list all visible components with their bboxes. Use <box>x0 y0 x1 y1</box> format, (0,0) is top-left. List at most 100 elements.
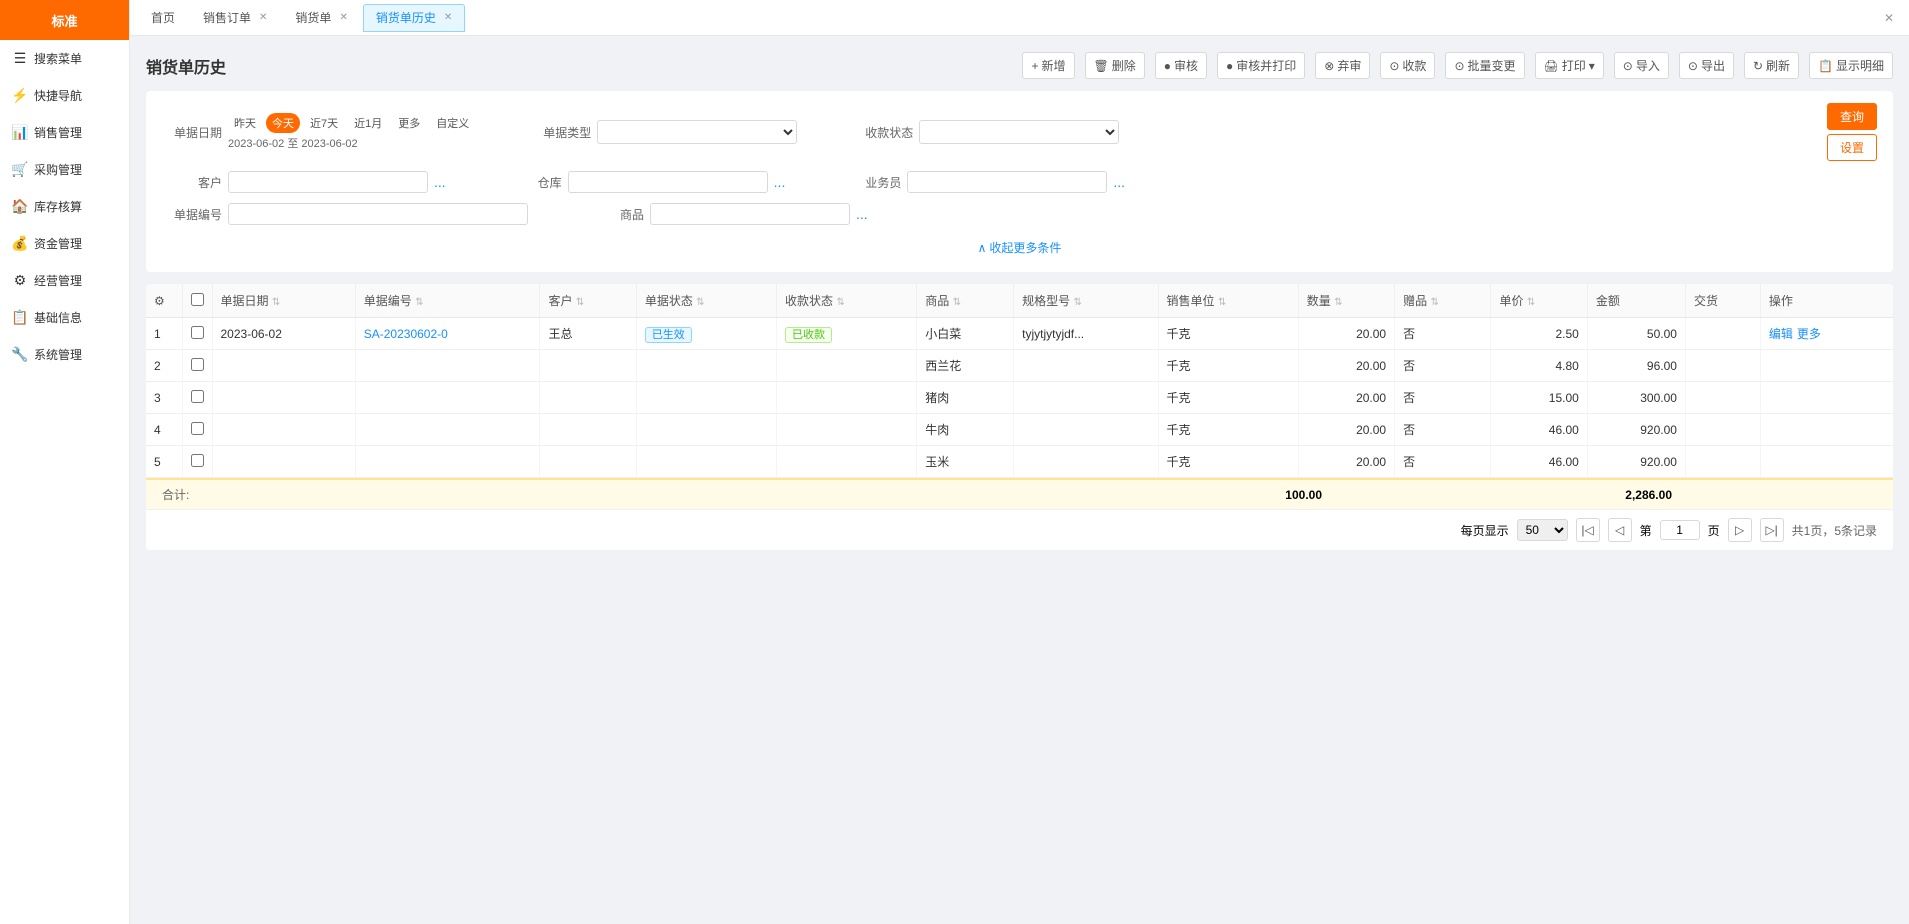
tab-sales-history[interactable]: 销货单历史 ✕ <box>363 4 465 32</box>
cell-seq: 2 <box>146 350 182 382</box>
col-unit[interactable]: 销售单位 ⇅ <box>1158 284 1298 318</box>
select-all-checkbox[interactable] <box>191 293 204 306</box>
collapse-button[interactable]: ∧ 收起更多条件 <box>162 235 1877 260</box>
delete-button[interactable]: 🗑 删除 <box>1085 52 1145 79</box>
col-date[interactable]: 单据日期 ⇅ <box>212 284 355 318</box>
col-doc-status[interactable]: 单据状态 ⇅ <box>636 284 776 318</box>
sidebar-item-sys-mgmt[interactable]: 🔧 系统管理 <box>0 336 129 373</box>
query-button[interactable]: 查询 <box>1827 103 1877 130</box>
new-button[interactable]: + 新增 <box>1022 52 1074 79</box>
col-no[interactable]: 单据编号 ⇅ <box>355 284 540 318</box>
sidebar-item-inventory[interactable]: 🏠 库存核算 <box>0 188 129 225</box>
refresh-button[interactable]: ↻ 刷新 <box>1744 52 1799 79</box>
sidebar-item-finance[interactable]: 💰 资金管理 <box>0 225 129 262</box>
new-icon: + <box>1031 59 1038 73</box>
cell-action[interactable]: 编辑更多 <box>1760 318 1893 350</box>
col-qty[interactable]: 数量 ⇅ <box>1298 284 1394 318</box>
cell-checkbox[interactable] <box>182 382 212 414</box>
col-checkbox[interactable] <box>182 284 212 318</box>
audit-print-button[interactable]: ● 审核并打印 <box>1217 52 1305 79</box>
sidebar-item-sales-mgmt[interactable]: 📊 销售管理 <box>0 114 129 151</box>
doc-no-link[interactable]: SA-20230602-0 <box>364 327 448 341</box>
import-button[interactable]: ⊙ 导入 <box>1614 52 1669 79</box>
customer-dots[interactable]: ... <box>434 174 446 190</box>
export-button[interactable]: ⊙ 导出 <box>1679 52 1734 79</box>
filter-goods: 商品 ... <box>584 203 868 225</box>
collect-status-label: 收款状态 <box>853 124 913 141</box>
tab-sales-shipment[interactable]: 销货单 ✕ <box>282 4 360 32</box>
col-goods[interactable]: 商品 ⇅ <box>917 284 1014 318</box>
print-button[interactable]: 🖨 打印 ▾ <box>1535 52 1604 79</box>
batch-change-button[interactable]: ⊙ 批量变更 <box>1445 52 1524 79</box>
tab-sales-order[interactable]: 销售订单 ✕ <box>190 4 280 32</box>
import-icon: ⊙ <box>1623 59 1633 73</box>
cell-action[interactable] <box>1760 414 1893 446</box>
doc-no-input[interactable] <box>228 203 528 225</box>
cell-checkbox[interactable] <box>182 318 212 350</box>
date-pill-more[interactable]: 更多 <box>392 113 426 133</box>
page-last-button[interactable]: ▷| <box>1760 518 1784 542</box>
cell-action[interactable] <box>1760 446 1893 478</box>
show-detail-button[interactable]: 📋 显示明细 <box>1809 52 1893 79</box>
page-number-input[interactable] <box>1660 520 1700 540</box>
cell-action[interactable] <box>1760 350 1893 382</box>
col-gift[interactable]: 赠品 ⇅ <box>1395 284 1491 318</box>
page-prev-button[interactable]: ◁ <box>1608 518 1632 542</box>
col-collect-status[interactable]: 收款状态 ⇅ <box>777 284 917 318</box>
page-suffix: 页 <box>1708 522 1720 539</box>
row-checkbox[interactable] <box>191 422 204 435</box>
tab-close-sales-order[interactable]: ✕ <box>259 12 267 23</box>
page-size-select[interactable]: 50 100 <box>1517 519 1568 541</box>
collect-button[interactable]: ⊙ 收款 <box>1380 52 1435 79</box>
date-pill-custom[interactable]: 自定义 <box>430 113 475 133</box>
table-card: ⚙ 单据日期 ⇅ 单据编号 ⇅ 客户 ⇅ 单据状态 ⇅ 收款状态 ⇅ 商品 ⇅ … <box>146 284 1893 550</box>
audit-button[interactable]: ● 审核 <box>1155 52 1207 79</box>
table-row: 2西兰花千克20.00否4.8096.00 <box>146 350 1893 382</box>
goods-dots[interactable]: ... <box>856 206 868 222</box>
sidebar-item-quick-nav[interactable]: ⚡ 快捷导航 <box>0 77 129 114</box>
sidebar-item-basic-info[interactable]: 📋 基础信息 <box>0 299 129 336</box>
tabbar-close-all[interactable]: ✕ <box>1877 6 1901 30</box>
cell-no[interactable]: SA-20230602-0 <box>355 318 540 350</box>
more-action-btn[interactable]: 更多 <box>1797 327 1821 341</box>
tab-close-sales-history[interactable]: ✕ <box>444 12 452 23</box>
cell-checkbox[interactable] <box>182 446 212 478</box>
row-checkbox[interactable] <box>191 358 204 371</box>
col-customer[interactable]: 客户 ⇅ <box>540 284 636 318</box>
filter-salesperson: 业务员 ... <box>841 171 1125 193</box>
page-first-button[interactable]: |◁ <box>1576 518 1600 542</box>
tab-close-sales-shipment[interactable]: ✕ <box>339 12 347 23</box>
edit-action-btn[interactable]: 编辑 <box>1769 327 1793 341</box>
warehouse-input[interactable] <box>568 171 768 193</box>
row-checkbox[interactable] <box>191 454 204 467</box>
salesperson-input[interactable] <box>907 171 1107 193</box>
customer-input[interactable] <box>228 171 428 193</box>
col-price[interactable]: 单价 ⇅ <box>1491 284 1587 318</box>
date-pill-7days[interactable]: 近7天 <box>304 113 344 133</box>
doc-type-select[interactable] <box>597 120 797 144</box>
cell-checkbox[interactable] <box>182 414 212 446</box>
warehouse-dots[interactable]: ... <box>774 174 786 190</box>
discard-button[interactable]: ⊗ 弃审 <box>1315 52 1370 79</box>
date-pill-today[interactable]: 今天 <box>266 113 300 133</box>
sidebar-item-operations[interactable]: ⚙ 经营管理 <box>0 262 129 299</box>
tab-home[interactable]: 首页 <box>138 4 188 32</box>
col-settings[interactable]: ⚙ <box>146 284 182 318</box>
sidebar-item-search-menu[interactable]: ☰ 搜索菜单 <box>0 40 129 77</box>
cell-date <box>212 350 355 382</box>
row-checkbox[interactable] <box>191 390 204 403</box>
cell-price: 4.80 <box>1491 350 1587 382</box>
page-next-button[interactable]: ▷ <box>1728 518 1752 542</box>
date-pill-yesterday[interactable]: 昨天 <box>228 113 262 133</box>
salesperson-dots[interactable]: ... <box>1113 174 1125 190</box>
row-checkbox[interactable] <box>191 326 204 339</box>
cell-checkbox[interactable] <box>182 350 212 382</box>
cell-gift: 否 <box>1395 382 1491 414</box>
col-spec[interactable]: 规格型号 ⇅ <box>1014 284 1158 318</box>
goods-input[interactable] <box>650 203 850 225</box>
set-button[interactable]: 设置 <box>1827 134 1877 161</box>
collect-status-select[interactable] <box>919 120 1119 144</box>
date-pill-1month[interactable]: 近1月 <box>348 113 388 133</box>
sidebar-item-purchase-mgmt[interactable]: 🛒 采购管理 <box>0 151 129 188</box>
cell-action[interactable] <box>1760 382 1893 414</box>
